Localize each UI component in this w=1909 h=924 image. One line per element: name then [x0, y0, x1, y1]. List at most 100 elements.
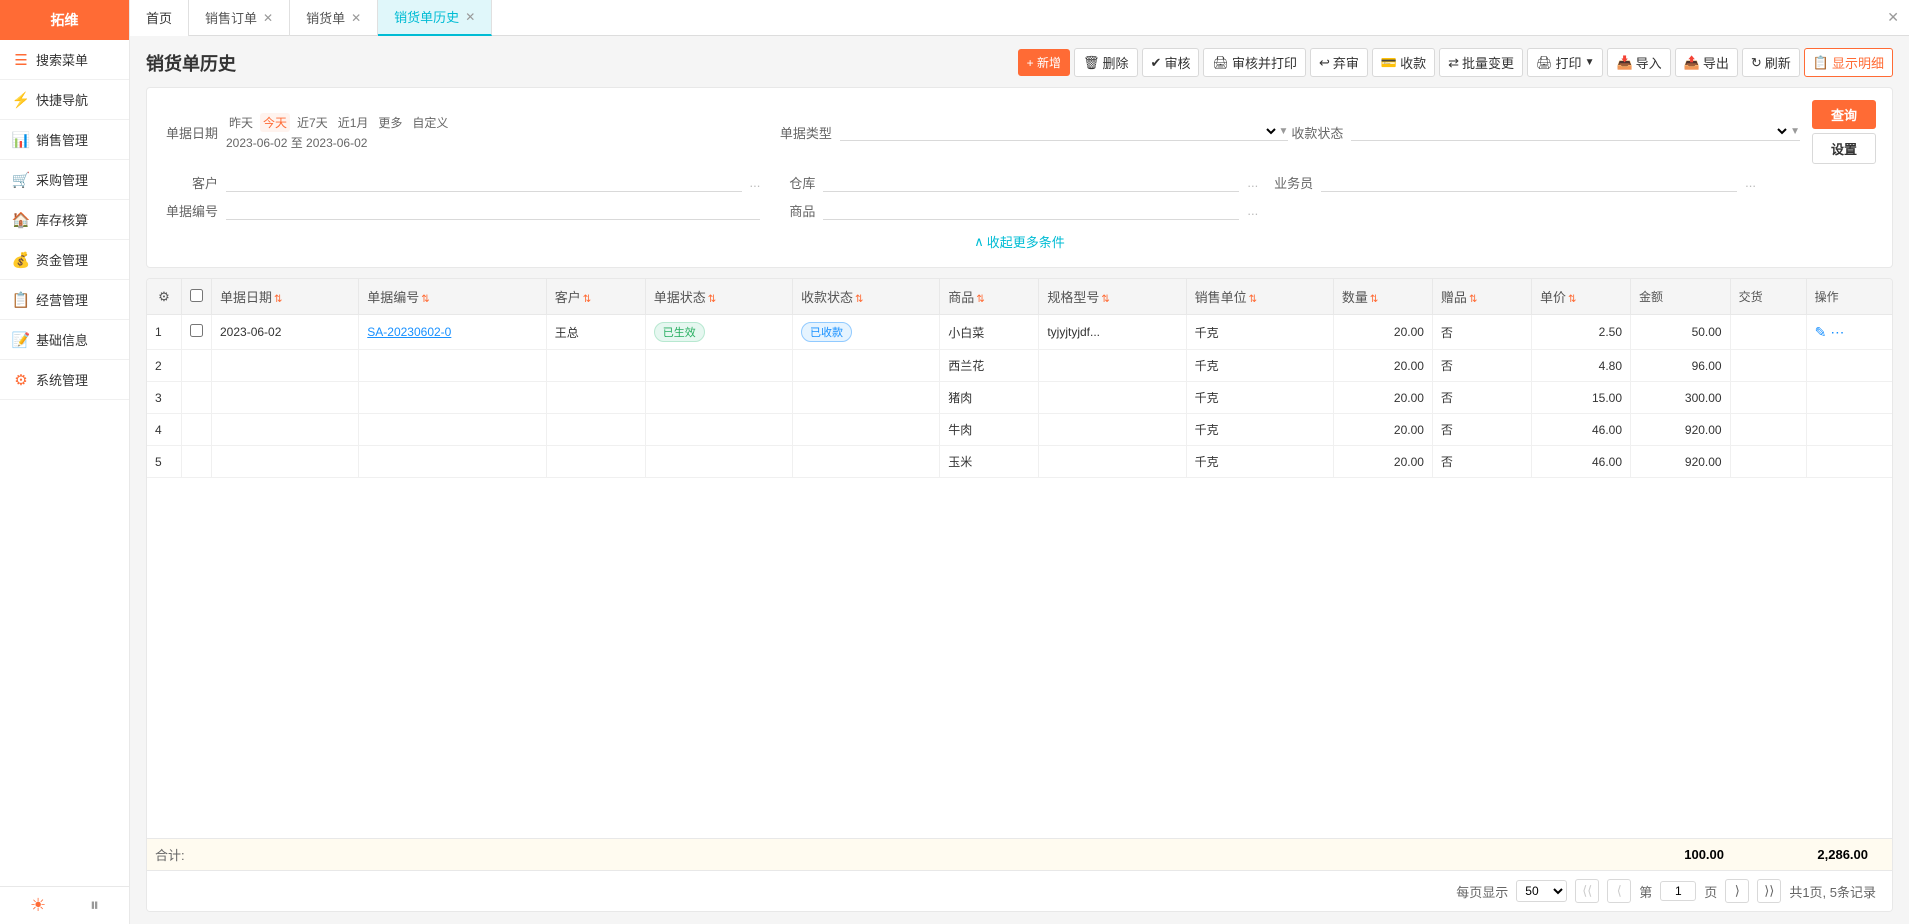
staff-ellipsis[interactable]: ... — [1745, 175, 1756, 190]
page-header: 销货单历史 + 新增 🗑 删除 ✔ 审核 🖨 审核并打印 ↩ 弃审 — [146, 48, 1893, 77]
goods-ellipsis[interactable]: ... — [1247, 203, 1258, 218]
edit-icon[interactable]: ✎ — [1815, 324, 1827, 341]
table-scroll[interactable]: ⚙ 单据日期⇅ 单据编号⇅ 客 — [147, 279, 1892, 838]
page-size-select[interactable]: 50 100 200 — [1516, 880, 1567, 902]
next-page-button[interactable]: ⟩ — [1725, 879, 1749, 903]
total-values: 100.00 2,286.00 — [235, 847, 1884, 862]
export-button[interactable]: 📤 导出 — [1675, 48, 1738, 77]
customer-ellipsis[interactable]: ... — [750, 175, 761, 190]
new-button[interactable]: + 新增 — [1018, 49, 1070, 76]
cell-checkbox[interactable] — [182, 315, 212, 350]
table-settings-icon[interactable]: ⚙ — [155, 288, 173, 306]
cell-customer — [546, 382, 645, 414]
show-detail-button[interactable]: 📋 显示明细 — [1804, 48, 1893, 77]
tab-sales-history[interactable]: 销货单历史 ✕ — [378, 0, 492, 36]
collect-status-select[interactable] — [1351, 123, 1790, 140]
collect-button[interactable]: 💳 收款 — [1372, 48, 1435, 77]
collapse-button[interactable]: ∧ 收起更多条件 — [970, 228, 1069, 255]
th-sales-unit[interactable]: 销售单位⇅ — [1186, 279, 1333, 315]
sidebar-item-quick-nav[interactable]: ⚡ 快捷导航 — [0, 80, 129, 120]
collect-status-label: 收款状态 — [1288, 123, 1343, 142]
tab-sales-goods[interactable]: 销货单 ✕ — [290, 0, 378, 36]
th-doc-date[interactable]: 单据日期⇅ — [212, 279, 359, 315]
abandon-button[interactable]: ↩ 弃审 — [1310, 48, 1368, 77]
last-page-button[interactable]: ⟩⟩ — [1757, 879, 1781, 903]
th-settings[interactable]: ⚙ — [147, 279, 182, 315]
select-all-checkbox[interactable] — [190, 289, 203, 302]
import-button[interactable]: 📥 导入 — [1607, 48, 1670, 77]
delete-button[interactable]: 🗑 删除 — [1074, 48, 1138, 77]
tab-sales-goods-close[interactable]: ✕ — [351, 11, 361, 25]
th-unit-price[interactable]: 单价⇅ — [1531, 279, 1630, 315]
shortcut-1month[interactable]: 近1月 — [335, 113, 372, 132]
sidebar-item-search-menu[interactable]: ☰ 搜索菜单 — [0, 40, 129, 80]
cell-checkbox[interactable] — [182, 414, 212, 446]
customer-input[interactable] — [226, 172, 742, 192]
cell-amount: 50.00 — [1631, 315, 1731, 350]
tab-sales-history-close[interactable]: ✕ — [465, 10, 475, 24]
goods-input[interactable] — [823, 200, 1239, 220]
page-info: 共1页, 5条记录 — [1789, 882, 1876, 901]
staff-input[interactable] — [1321, 172, 1737, 192]
th-checkbox[interactable] — [182, 279, 212, 315]
cell-spec-type — [1039, 350, 1186, 382]
th-gift[interactable]: 赠品⇅ — [1432, 279, 1531, 315]
cell-checkbox[interactable] — [182, 350, 212, 382]
sidebar-item-purchase-mgmt[interactable]: 🛒 采购管理 — [0, 160, 129, 200]
prev-page-button[interactable]: ⟨ — [1607, 879, 1631, 903]
settings-button[interactable]: 设置 — [1812, 133, 1876, 164]
refresh-button[interactable]: ↻ 刷新 — [1742, 48, 1800, 77]
total-quantity: 100.00 — [235, 847, 1764, 862]
table-container: ⚙ 单据日期⇅ 单据编号⇅ 客 — [146, 278, 1893, 912]
cell-collect-status — [793, 382, 940, 414]
tab-sales-order[interactable]: 销售订单 ✕ — [189, 0, 290, 36]
doc-no-input[interactable] — [226, 200, 760, 220]
query-button[interactable]: 查询 — [1812, 100, 1876, 129]
tab-sales-order-close[interactable]: ✕ — [263, 11, 273, 25]
cell-doc-date — [212, 414, 359, 446]
doc-no-link[interactable]: SA-20230602-0 — [367, 325, 451, 339]
th-spec-type[interactable]: 规格型号⇅ — [1039, 279, 1186, 315]
warehouse-input[interactable] — [823, 172, 1239, 192]
sidebar-item-basic-info[interactable]: 📝 基础信息 — [0, 320, 129, 360]
cell-checkbox[interactable] — [182, 446, 212, 478]
batch-change-button[interactable]: ⇄ 批量变更 — [1439, 48, 1523, 77]
shortcut-custom[interactable]: 自定义 — [409, 113, 451, 132]
th-doc-status[interactable]: 单据状态⇅ — [645, 279, 792, 315]
inventory-icon: 🏠 — [12, 211, 30, 229]
sidebar-bottom-icon2[interactable]: ⏸ — [90, 895, 99, 916]
th-customer[interactable]: 客户⇅ — [546, 279, 645, 315]
tab-sales-history-label: 销货单历史 — [394, 7, 459, 26]
shortcut-today[interactable]: 今天 — [260, 113, 290, 132]
th-goods[interactable]: 商品⇅ — [940, 279, 1039, 315]
tab-home[interactable]: 首页 — [130, 0, 189, 36]
sidebar-item-operations[interactable]: 📋 经营管理 — [0, 280, 129, 320]
cell-action — [1806, 414, 1892, 446]
sidebar-item-inventory[interactable]: 🏠 库存核算 — [0, 200, 129, 240]
first-page-button[interactable]: ⟨⟨ — [1575, 879, 1599, 903]
sidebar-item-sys-mgmt[interactable]: ⚙ 系统管理 — [0, 360, 129, 400]
audit-print-button[interactable]: 🖨 审核并打印 — [1203, 48, 1306, 77]
shortcut-more[interactable]: 更多 — [375, 113, 405, 132]
cell-goods: 猪肉 — [940, 382, 1039, 414]
cell-doc-date — [212, 350, 359, 382]
sidebar-item-sales-mgmt[interactable]: 📊 销售管理 — [0, 120, 129, 160]
doc-type-select[interactable] — [840, 123, 1279, 140]
print-button[interactable]: 🖨 打印 ▼ — [1527, 48, 1603, 77]
sidebar-item-finance[interactable]: 💰 资金管理 — [0, 240, 129, 280]
shortcut-yesterday[interactable]: 昨天 — [226, 113, 256, 132]
th-quantity[interactable]: 数量⇅ — [1333, 279, 1432, 315]
row-checkbox[interactable] — [190, 324, 203, 337]
close-all-tabs[interactable]: ✕ — [1877, 9, 1909, 26]
page-input[interactable] — [1660, 881, 1696, 901]
audit-button[interactable]: ✔ 审核 — [1142, 48, 1200, 77]
sidebar-bottom-icon1[interactable]: ☀ — [30, 895, 46, 916]
warehouse-ellipsis[interactable]: ... — [1247, 175, 1258, 190]
th-action: 操作 — [1806, 279, 1892, 315]
cell-checkbox[interactable] — [182, 382, 212, 414]
th-doc-no[interactable]: 单据编号⇅ — [359, 279, 546, 315]
sidebar-item-label: 资金管理 — [36, 250, 88, 269]
shortcut-7days[interactable]: 近7天 — [294, 113, 331, 132]
more-icon[interactable]: ⋯ — [1830, 324, 1844, 341]
th-collect-status[interactable]: 收款状态⇅ — [793, 279, 940, 315]
